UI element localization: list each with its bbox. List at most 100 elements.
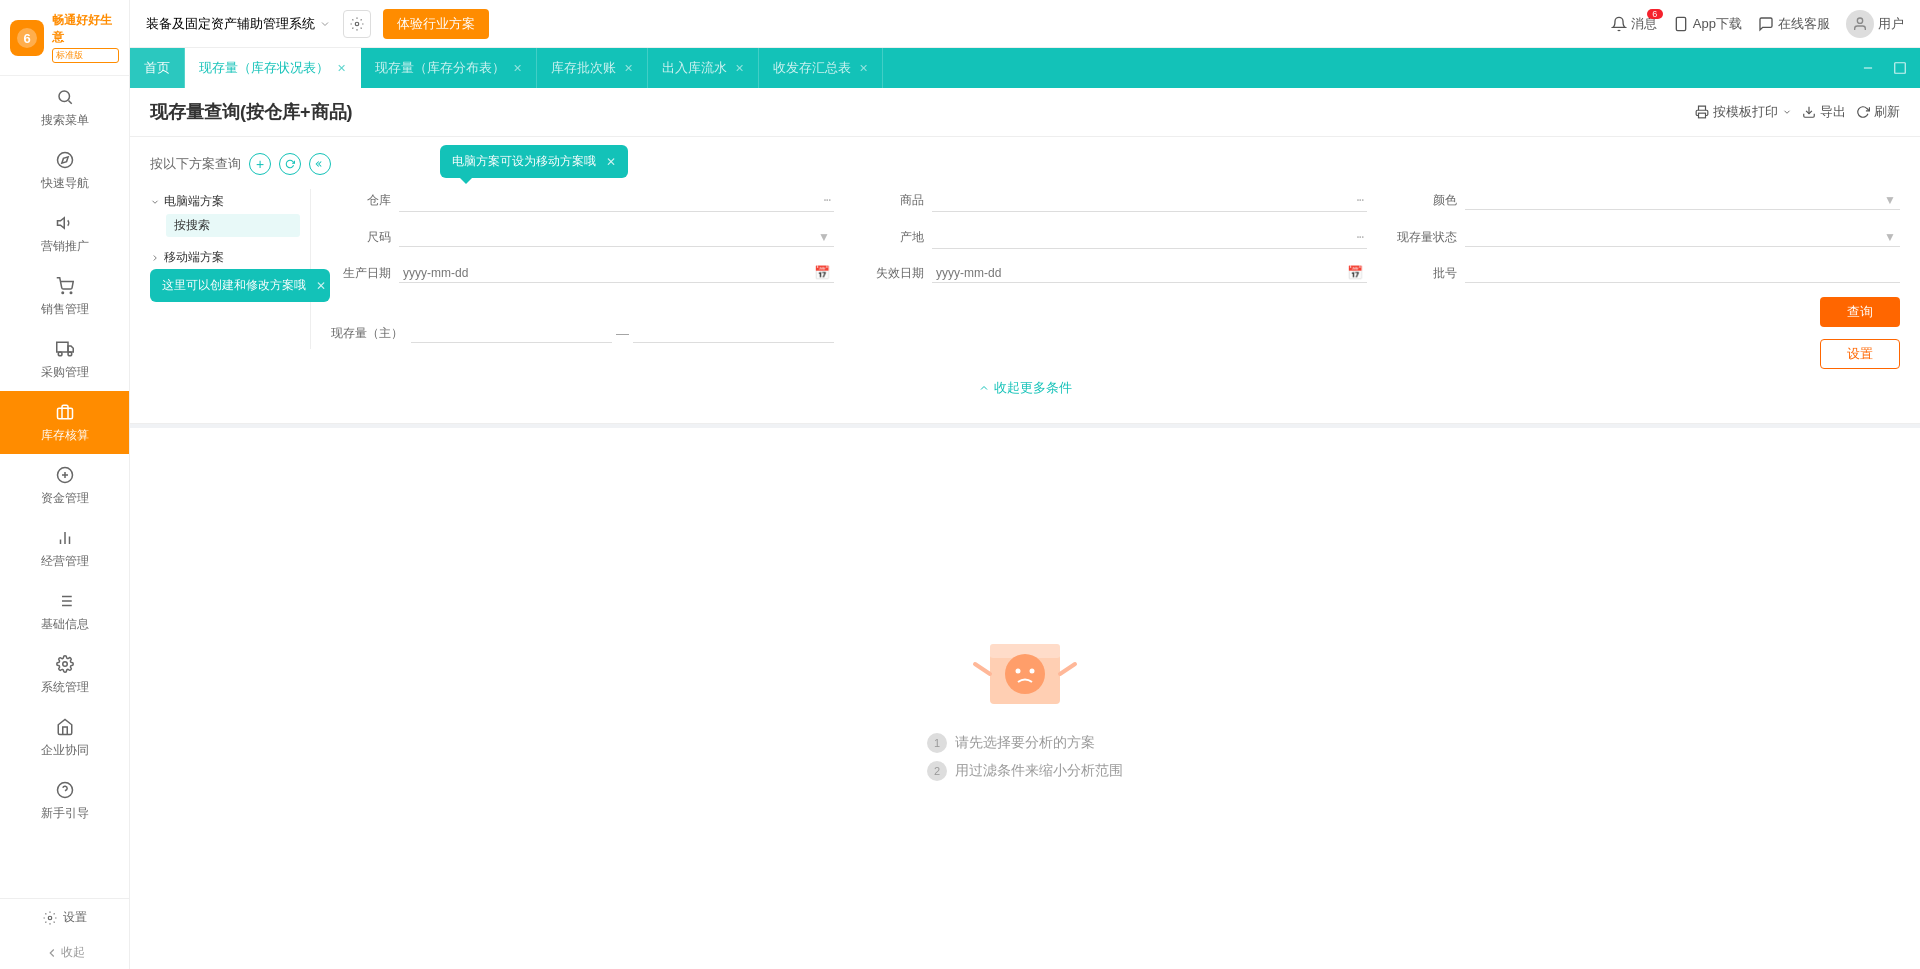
production-date-calendar-icon[interactable]: 📅 — [814, 265, 830, 280]
sidebar-item-system[interactable]: 系统管理 — [0, 643, 129, 706]
settings-btn[interactable]: 设置 — [0, 899, 129, 936]
size-input-wrapper[interactable]: ▼ — [399, 228, 834, 247]
tooltip-create-close[interactable]: ✕ — [316, 279, 326, 293]
tab-in-out-flow[interactable]: 出入库流水 ✕ — [648, 48, 759, 88]
batch-input-wrapper[interactable] — [1465, 264, 1900, 283]
svg-rect-34 — [1699, 113, 1706, 118]
sidebar-item-basics[interactable]: 基础信息 — [0, 580, 129, 643]
scheme-item-search[interactable]: 按搜索 — [166, 214, 300, 237]
stock-status-label: 现存量状态 — [1397, 229, 1457, 246]
system-title-dropdown[interactable]: 装备及固定资产辅助管理系统 — [146, 15, 331, 33]
sidebar-item-inventory[interactable]: 库存核算 — [0, 391, 129, 454]
stock-status-input[interactable] — [1469, 230, 1884, 244]
tab-close-icon[interactable]: ✕ — [624, 62, 633, 75]
expiry-date-calendar-icon[interactable]: 📅 — [1347, 265, 1363, 280]
stock-qty-label: 现存量（主） — [331, 325, 403, 342]
filter-refresh-btn[interactable] — [279, 153, 301, 175]
filter-size: 尺码 ▼ — [331, 226, 834, 249]
online-service-label: 在线客服 — [1778, 15, 1830, 33]
production-date-label: 生产日期 — [331, 265, 391, 282]
svg-rect-9 — [56, 342, 67, 352]
stock-qty-max[interactable] — [633, 324, 834, 343]
tab-close-icon[interactable]: ✕ — [735, 62, 744, 75]
sidebar-item-sales[interactable]: 销售管理 — [0, 265, 129, 328]
tooltip-scheme: 电脑方案可设为移动方案哦 ✕ — [440, 145, 628, 178]
filter-row-1: 仓库 ··· 商品 ··· — [331, 189, 1900, 212]
industry-plan-btn[interactable]: 体验行业方案 — [383, 9, 489, 39]
export-btn[interactable]: 导出 — [1802, 103, 1846, 121]
size-input[interactable] — [403, 230, 818, 244]
tab-minimize-btn[interactable] — [1856, 56, 1880, 80]
tab-receive-summary[interactable]: 收发存汇总表 ✕ — [759, 48, 883, 88]
batch-input[interactable] — [1469, 266, 1896, 280]
svg-point-2 — [59, 91, 70, 102]
sidebar-item-search-menu[interactable]: 搜索菜单 — [0, 76, 129, 139]
sidebar-item-guide[interactable]: 新手引导 — [0, 769, 129, 832]
sidebar-item-enterprise[interactable]: 企业协同 — [0, 706, 129, 769]
stock-status-chevron[interactable]: ▼ — [1884, 230, 1896, 244]
production-date-input[interactable] — [403, 266, 814, 280]
collapse-sidebar-btn[interactable]: 收起 — [0, 936, 129, 969]
warehouse-dots[interactable]: ··· — [823, 191, 830, 209]
expiry-date-wrapper[interactable]: 📅 — [932, 263, 1367, 283]
tab-inventory-status[interactable]: 现存量（库存状况表） ✕ — [185, 48, 361, 88]
sidebar-item-label: 营销推广 — [41, 238, 89, 255]
filter-row-3: 生产日期 📅 失效日期 📅 — [331, 263, 1900, 283]
origin-dots[interactable]: ··· — [1356, 228, 1363, 246]
sidebar-item-label: 资金管理 — [41, 490, 89, 507]
filter-fields: 仓库 ··· 商品 ··· — [331, 189, 1900, 369]
user-menu-btn[interactable]: 用户 — [1846, 10, 1904, 38]
sidebar-item-label: 基础信息 — [41, 616, 89, 633]
origin-input-wrapper[interactable]: ··· — [932, 226, 1367, 249]
filter-back-btn[interactable] — [309, 153, 331, 175]
question-icon — [54, 779, 76, 801]
collapse-bar[interactable]: 收起更多条件 — [150, 369, 1900, 407]
tab-close-icon[interactable]: ✕ — [337, 62, 346, 75]
sidebar-item-operations[interactable]: 经营管理 — [0, 517, 129, 580]
search-btn[interactable]: 查询 — [1820, 297, 1900, 327]
filter-row-2: 尺码 ▼ 产地 ··· — [331, 226, 1900, 249]
sidebar-item-purchase[interactable]: 采购管理 — [0, 328, 129, 391]
goods-input-wrapper[interactable]: ··· — [932, 189, 1367, 212]
tab-home[interactable]: 首页 — [130, 48, 185, 88]
sidebar-item-label: 快速导航 — [41, 175, 89, 192]
origin-input[interactable] — [936, 230, 1356, 244]
goods-dots[interactable]: ··· — [1356, 191, 1363, 209]
filter-production-date: 生产日期 📅 — [331, 263, 834, 283]
tab-maximize-btn[interactable] — [1888, 56, 1912, 80]
list-icon — [54, 590, 76, 612]
svg-point-31 — [1857, 18, 1862, 23]
stock-qty-min[interactable] — [411, 324, 612, 343]
warehouse-input-wrapper[interactable]: ··· — [399, 189, 834, 212]
notifications-btn[interactable]: 消息 6 — [1611, 15, 1657, 33]
app-download-btn[interactable]: App下载 — [1673, 15, 1742, 33]
sidebar-item-finance[interactable]: 资金管理 — [0, 454, 129, 517]
tab-inventory-dist[interactable]: 现存量（库存分布表） ✕ — [361, 48, 537, 88]
tab-close-icon[interactable]: ✕ — [859, 62, 868, 75]
production-date-wrapper[interactable]: 📅 — [399, 263, 834, 283]
tab-close-icon[interactable]: ✕ — [513, 62, 522, 75]
size-chevron[interactable]: ▼ — [818, 230, 830, 244]
online-service-btn[interactable]: 在线客服 — [1758, 15, 1830, 33]
svg-marker-5 — [61, 157, 67, 163]
filter-goods: 商品 ··· — [864, 189, 1367, 212]
mobile-scheme-group[interactable]: 移动端方案 — [150, 245, 300, 270]
color-input-wrapper[interactable]: ▼ — [1465, 191, 1900, 210]
goods-input[interactable] — [936, 193, 1356, 207]
desktop-scheme-group[interactable]: 电脑端方案 — [150, 189, 300, 214]
sidebar-item-quick-nav[interactable]: 快速导航 — [0, 139, 129, 202]
tooltip-scheme-close[interactable]: ✕ — [606, 155, 616, 169]
reset-btn[interactable]: 设置 — [1820, 339, 1900, 369]
sidebar-item-marketing[interactable]: 营销推广 — [0, 202, 129, 265]
warehouse-input[interactable] — [403, 193, 823, 207]
color-input[interactable] — [1469, 193, 1884, 207]
filter-add-btn[interactable]: + — [249, 153, 271, 175]
color-chevron[interactable]: ▼ — [1884, 193, 1896, 207]
money-icon — [54, 464, 76, 486]
expiry-date-input[interactable] — [936, 266, 1347, 280]
settings-gear-btn[interactable] — [343, 10, 371, 38]
tab-batch-account[interactable]: 库存批次账 ✕ — [537, 48, 648, 88]
refresh-btn[interactable]: 刷新 — [1856, 103, 1900, 121]
stock-status-input-wrapper[interactable]: ▼ — [1465, 228, 1900, 247]
print-btn[interactable]: 按模板打印 — [1695, 103, 1792, 121]
